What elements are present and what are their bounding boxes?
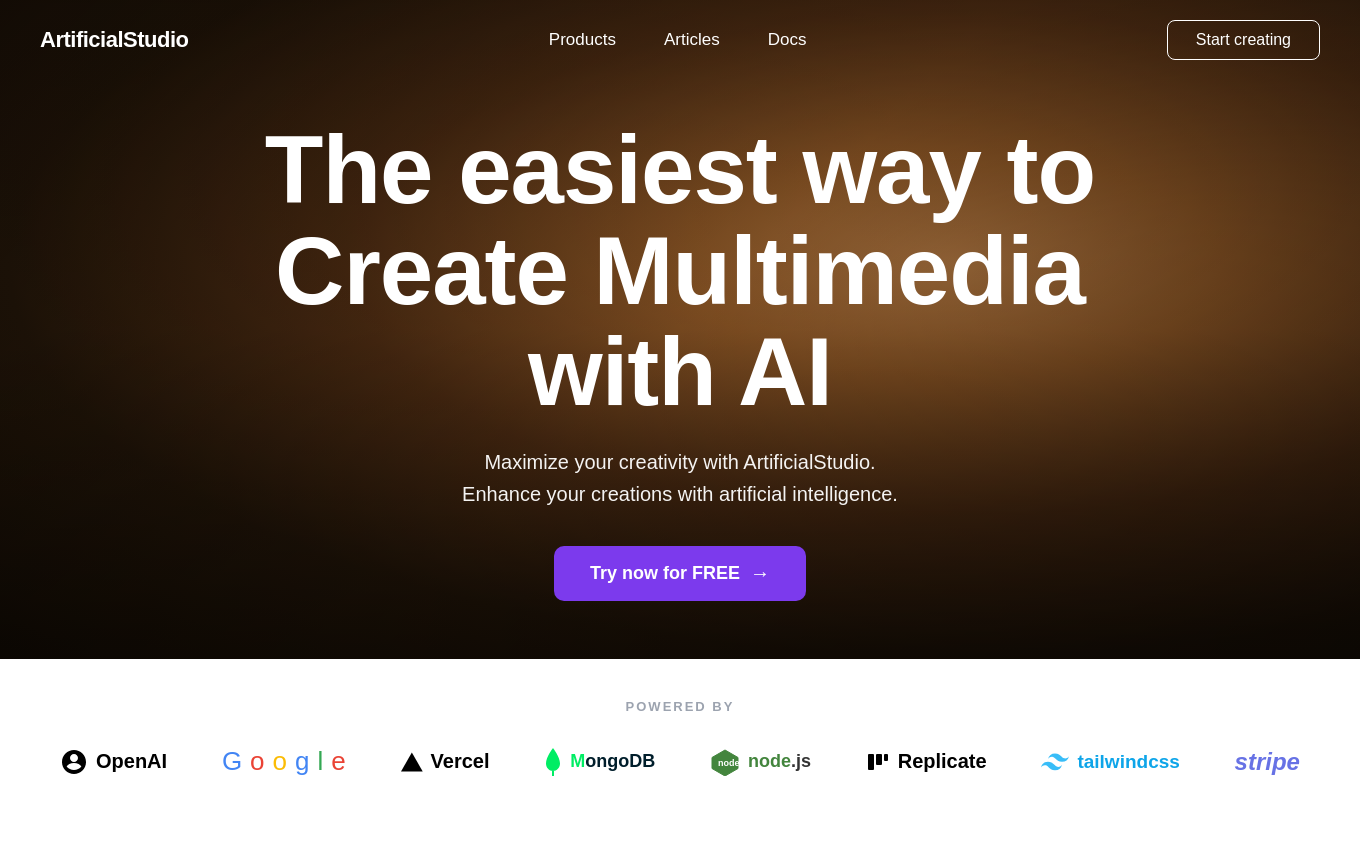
- hero-section: The easiest way to Create Multimedia wit…: [0, 0, 1360, 659]
- start-creating-button[interactable]: Start creating: [1167, 20, 1320, 60]
- mongodb-logo: MongoDB: [544, 748, 655, 776]
- replicate-icon: [866, 750, 890, 774]
- hero-cta-label: Try now for FREE: [590, 563, 740, 584]
- hero-cta-button[interactable]: Try now for FREE →: [554, 546, 806, 601]
- powered-by-label: POWERED BY: [40, 699, 1320, 714]
- nav-docs[interactable]: Docs: [768, 30, 807, 50]
- tailwind-icon: [1041, 752, 1069, 772]
- powered-by-section: POWERED BY OpenAI Google Vercel Mong: [0, 659, 1360, 827]
- hero-subtitle: Maximize your creativity with Artificial…: [462, 446, 898, 510]
- hero-title: The easiest way to Create Multimedia wit…: [265, 120, 1095, 422]
- svg-rect-2: [876, 754, 882, 765]
- svg-rect-3: [884, 754, 888, 761]
- nav-articles[interactable]: Articles: [664, 30, 720, 50]
- vercel-icon: [401, 751, 423, 773]
- openai-logo: OpenAI: [60, 748, 167, 776]
- mongodb-icon: [544, 748, 562, 776]
- hero-content: The easiest way to Create Multimedia wit…: [0, 0, 1360, 601]
- brand-logo-row: OpenAI Google Vercel MongoDB n: [40, 746, 1320, 777]
- nodejs-logo: node node.js: [710, 748, 811, 776]
- nav-products[interactable]: Products: [549, 30, 616, 50]
- svg-text:node: node: [718, 758, 740, 768]
- hero-cta-arrow: →: [750, 562, 770, 585]
- replicate-logo: Replicate: [866, 750, 987, 774]
- navbar: ArtificialStudio Products Articles Docs …: [0, 0, 1360, 80]
- nav-links: Products Articles Docs: [549, 30, 807, 50]
- tailwindcss-logo: tailwindcss: [1041, 751, 1179, 773]
- google-logo: Google: [222, 746, 346, 777]
- site-logo[interactable]: ArtificialStudio: [40, 27, 188, 53]
- svg-rect-1: [868, 754, 874, 770]
- vercel-logo: Vercel: [401, 750, 490, 773]
- openai-icon: [60, 748, 88, 776]
- nodejs-icon: node: [710, 748, 740, 776]
- stripe-logo: stripe: [1235, 748, 1300, 776]
